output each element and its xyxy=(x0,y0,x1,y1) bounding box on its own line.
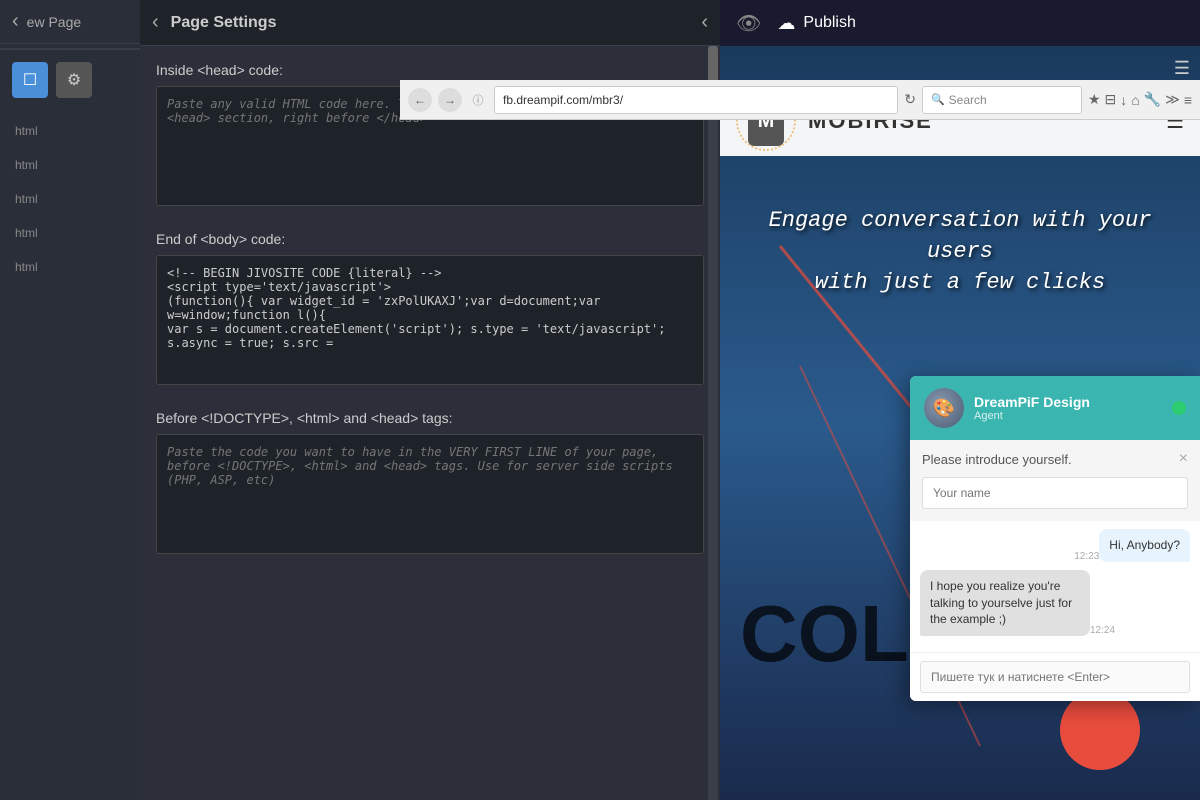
chat-header-info: DreamPiF Design Agent xyxy=(974,394,1162,422)
engage-text-line1: Engage conversation with your users xyxy=(740,206,1180,268)
topbar-back-button[interactable]: ‹ xyxy=(152,11,159,34)
browser-home-icon[interactable]: ⌂ xyxy=(1131,92,1139,108)
browser-menu-icon[interactable]: ≡ xyxy=(1184,92,1192,108)
list-item[interactable]: html xyxy=(0,250,140,284)
list-item[interactable]: html xyxy=(0,216,140,250)
page-settings-scrollbar[interactable] xyxy=(708,46,718,800)
browser-url-bar[interactable]: fb.dreampif.com/mbr3/ xyxy=(494,86,898,114)
chat-message-time-2: 12:24 xyxy=(1090,625,1115,636)
chat-agent-status: Agent xyxy=(974,410,1162,422)
page-title: Page Settings xyxy=(171,14,277,32)
doctype-section: Before <!DOCTYPE>, <html> and <head> tag… xyxy=(156,410,704,559)
chat-bubble-incoming: I hope you realize you're talking to you… xyxy=(920,570,1090,636)
sidebar-new-page-label: ew Page xyxy=(27,14,81,30)
chat-avatar: 🎨 xyxy=(924,388,964,428)
chat-close-intro-button[interactable]: × xyxy=(1179,450,1188,468)
doctype-code-textarea[interactable] xyxy=(156,434,704,554)
chat-header: 🎨 DreamPiF Design Agent xyxy=(910,376,1200,440)
browser-download-icon[interactable]: ↓ xyxy=(1120,92,1127,108)
chat-message-outgoing: 12:23 Hi, Anybody? xyxy=(920,529,1190,562)
search-icon: 🔍 xyxy=(931,93,945,106)
red-circle-decoration xyxy=(1060,690,1140,770)
web-preview: ☰ M MOBIRISE ☰ Engage conversation with … xyxy=(720,46,1200,800)
page-settings-panel: Inside <head> code: End of <body> code: … xyxy=(140,46,720,800)
topbar-close-button[interactable]: ‹ xyxy=(701,11,708,34)
chat-message-time: 12:23 xyxy=(1074,551,1099,562)
sidebar-items-list: html html html html html xyxy=(0,106,140,800)
chat-online-indicator xyxy=(1172,401,1186,415)
browser-bookmark-icon[interactable]: ⊟ xyxy=(1105,91,1117,108)
settings-tab-icon: ⚙ xyxy=(67,70,81,90)
engage-text-line2: with just a few clicks xyxy=(740,268,1180,299)
body-code-textarea[interactable]: <!-- BEGIN JIVOSITE CODE {literal} --> <… xyxy=(156,255,704,385)
list-item[interactable]: html xyxy=(0,114,140,148)
page-tab-icon: ☐ xyxy=(23,70,37,90)
engage-overlay: Engage conversation with your users with… xyxy=(720,186,1200,318)
browser-search-box[interactable]: 🔍 Search xyxy=(922,86,1082,114)
publish-bar: 👁 ☁ Publish xyxy=(720,0,1200,46)
topbar: ‹ Page Settings ‹ xyxy=(140,0,720,46)
cloud-upload-icon: ☁ xyxy=(777,13,795,34)
publish-label: Publish xyxy=(803,14,855,32)
sidebar-tabs: ☐ ⚙ xyxy=(0,54,140,106)
chat-widget: 🎨 DreamPiF Design Agent Please introduce… xyxy=(910,376,1200,701)
doctype-code-label: Before <!DOCTYPE>, <html> and <head> tag… xyxy=(156,410,704,426)
publish-button[interactable]: ☁ Publish xyxy=(777,13,855,34)
chat-footer xyxy=(910,652,1200,701)
browser-info-button[interactable]: ⓘ xyxy=(468,90,488,110)
tab-page[interactable]: ☐ xyxy=(12,62,48,98)
browser-toolbar-icons: ★ ⊟ ↓ ⌂ 🔧 ≫ ≡ xyxy=(1088,91,1192,108)
list-item[interactable]: html xyxy=(0,148,140,182)
chat-type-input[interactable] xyxy=(920,661,1190,693)
sidebar-divider xyxy=(0,48,140,50)
tab-settings[interactable]: ⚙ xyxy=(56,62,92,98)
chat-intro-text: Please introduce yourself. xyxy=(922,452,1072,467)
preview-eye-icon[interactable]: 👁 xyxy=(736,11,761,36)
browser-more-icon[interactable]: ≫ xyxy=(1165,91,1180,108)
browser-star-icon[interactable]: ★ xyxy=(1088,91,1101,108)
sidebar: ‹ ew Page ☐ ⚙ html html html html html xyxy=(0,0,140,800)
browser-url-text: fb.dreampif.com/mbr3/ xyxy=(503,93,623,107)
head-code-label: Inside <head> code: xyxy=(156,62,704,78)
web-preview-hamburger-icon[interactable]: ☰ xyxy=(1174,58,1190,79)
chat-messages: 12:23 Hi, Anybody? I hope you realize yo… xyxy=(910,521,1200,652)
browser-reload-button[interactable]: ↻ xyxy=(904,91,916,108)
body-code-label: End of <body> code: xyxy=(156,231,704,247)
chat-agent-name: DreamPiF Design xyxy=(974,394,1162,410)
browser-addon-icon[interactable]: 🔧 xyxy=(1144,91,1161,108)
browser-bar: ← → ⓘ fb.dreampif.com/mbr3/ ↻ 🔍 Search ★… xyxy=(400,80,1200,120)
chat-name-input[interactable] xyxy=(922,477,1188,509)
chat-avatar-image: 🎨 xyxy=(924,388,964,428)
chat-intro-body: Please introduce yourself. × xyxy=(910,440,1200,521)
chat-message-incoming: I hope you realize you're talking to you… xyxy=(920,570,1190,636)
chat-bubble-outgoing: Hi, Anybody? xyxy=(1099,529,1190,562)
list-item[interactable]: html xyxy=(0,182,140,216)
browser-back-button[interactable]: ← xyxy=(408,88,432,112)
browser-forward-button[interactable]: → xyxy=(438,88,462,112)
sidebar-back-button[interactable]: ‹ ew Page xyxy=(0,0,140,44)
back-arrow-icon: ‹ xyxy=(12,10,19,33)
browser-search-placeholder: Search xyxy=(949,93,987,107)
body-section: End of <body> code: <!-- BEGIN JIVOSITE … xyxy=(156,231,704,390)
